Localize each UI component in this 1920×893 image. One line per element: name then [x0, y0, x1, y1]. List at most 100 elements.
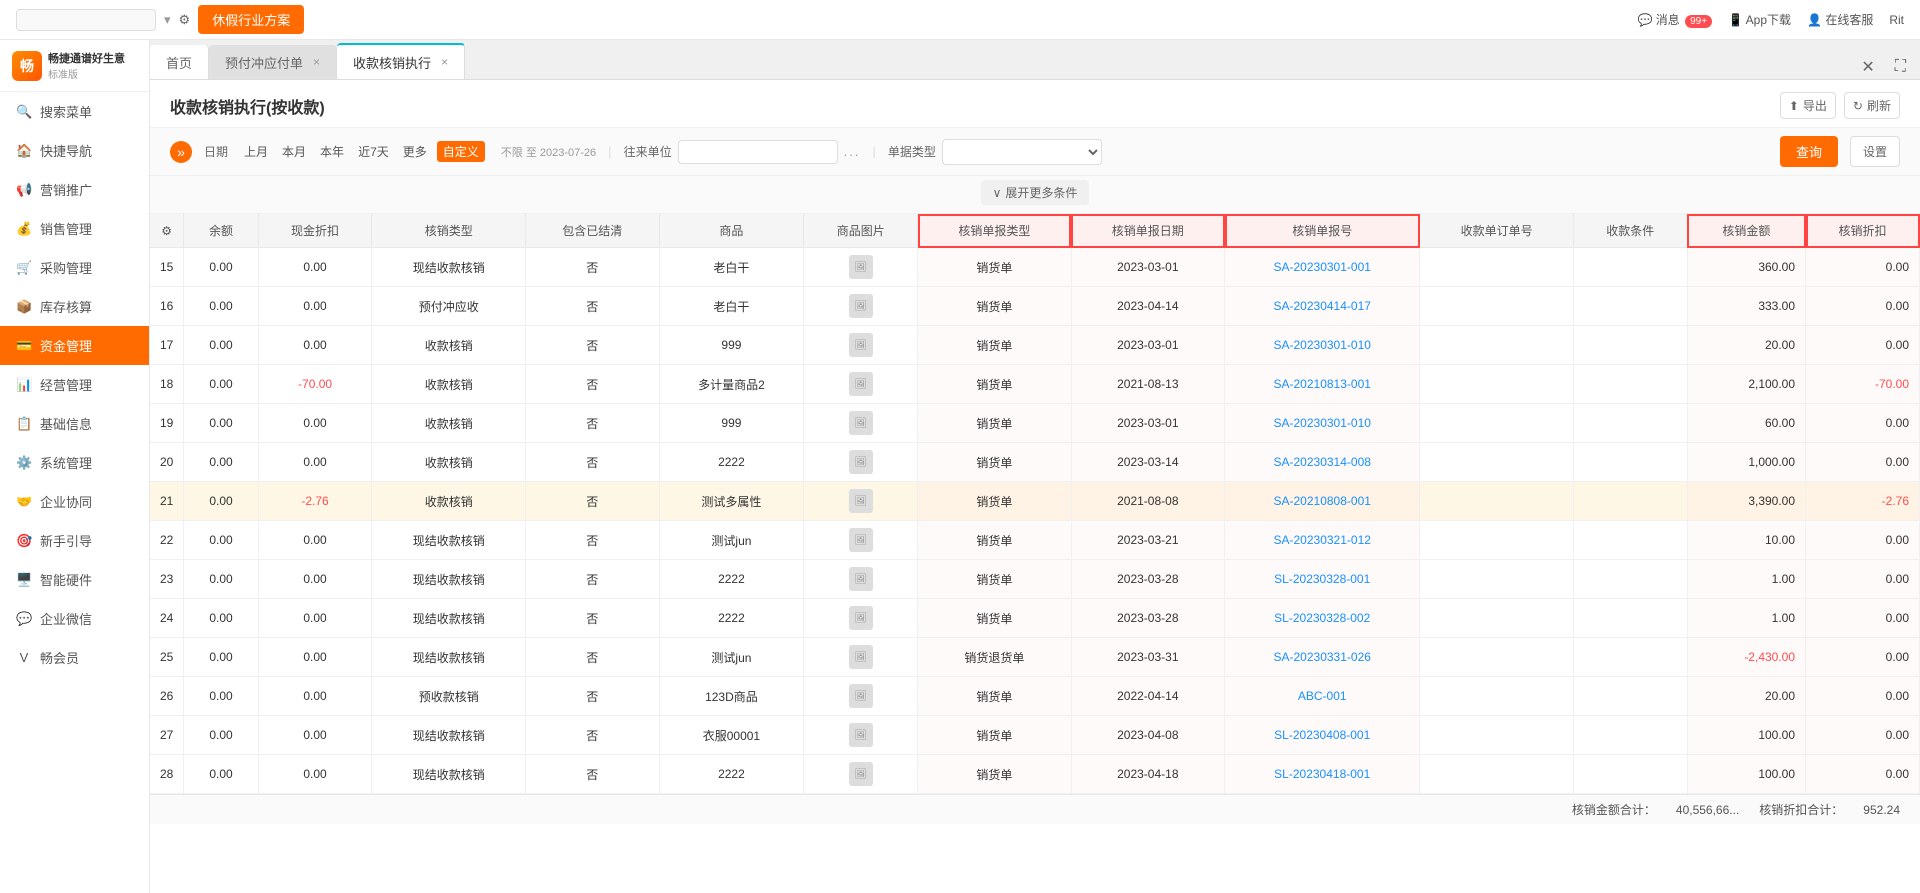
- col-header-gear[interactable]: ⚙: [150, 214, 184, 248]
- cell-bill-no[interactable]: SA-20230414-017: [1225, 287, 1420, 326]
- bill-no-link[interactable]: SA-20230331-026: [1274, 650, 1371, 664]
- message-icon[interactable]: 💬 消息 99+: [1637, 11, 1712, 28]
- cell-bill-no[interactable]: SL-20230328-002: [1225, 599, 1420, 638]
- cell-bill-no[interactable]: SA-20230321-012: [1225, 521, 1420, 560]
- cell-no: 15: [150, 248, 184, 287]
- app-download-link[interactable]: 📱 App下载: [1728, 11, 1791, 28]
- date-option-last-month[interactable]: 上月: [240, 141, 272, 162]
- cell-bill-no[interactable]: SA-20230314-008: [1225, 443, 1420, 482]
- cell-bill-no[interactable]: SA-20230331-026: [1225, 638, 1420, 677]
- page-title: 收款核销执行(按收款): [170, 94, 325, 118]
- cell-cancel-amount: 10.00: [1687, 521, 1805, 560]
- page-header: 收款核销执行(按收款) ⬆ 导出 ↻ 刷新: [150, 80, 1920, 128]
- cell-product: 衣服00001: [659, 716, 804, 755]
- bill-no-link[interactable]: SL-20230328-002: [1274, 611, 1370, 625]
- sidebar-item-marketing[interactable]: 📢营销推广: [0, 170, 149, 209]
- cell-cash-discount: 0.00: [258, 716, 372, 755]
- bill-no-link[interactable]: SA-20230301-010: [1274, 416, 1371, 430]
- cell-include-settled: 否: [525, 404, 659, 443]
- cell-bill-type: 销货单: [918, 599, 1071, 638]
- sidebar-item-sales[interactable]: 💰销售管理: [0, 209, 149, 248]
- sidebar-item-purchase[interactable]: 🛒采购管理: [0, 248, 149, 287]
- industry-btn[interactable]: 休假行业方案: [198, 5, 304, 34]
- maximize-btn[interactable]: ⛶: [1889, 56, 1912, 78]
- sidebar-item-system[interactable]: ⚙️系统管理: [0, 443, 149, 482]
- cell-cash-discount: 0.00: [258, 560, 372, 599]
- cell-no: 19: [150, 404, 184, 443]
- counterpart-dots[interactable]: ...: [844, 144, 861, 159]
- sidebar-item-guide[interactable]: 🎯新手引导: [0, 521, 149, 560]
- bill-no-link[interactable]: SL-20230408-001: [1274, 728, 1370, 742]
- tab-home[interactable]: 首页: [150, 45, 209, 79]
- sidebar-item-search[interactable]: 🔍搜索菜单: [0, 92, 149, 131]
- tab-prepay[interactable]: 预付冲应付单 ×: [209, 45, 337, 79]
- close-tab-btn[interactable]: ✕: [1855, 55, 1880, 79]
- tab-collection[interactable]: 收款核销执行 ×: [337, 43, 465, 79]
- bill-no-link[interactable]: SA-20210808-001: [1274, 494, 1371, 508]
- cell-bill-no[interactable]: SA-20230301-010: [1225, 326, 1420, 365]
- bill-no-link[interactable]: SA-20230314-008: [1274, 455, 1371, 469]
- sidebar-item-hardware[interactable]: 🖥️智能硬件: [0, 560, 149, 599]
- refresh-btn[interactable]: ↻ 刷新: [1844, 92, 1900, 119]
- col-header-bill-type: 核销单报类型: [918, 214, 1071, 248]
- tab-collection-close[interactable]: ×: [441, 55, 448, 69]
- online-service-link[interactable]: 👤 在线客服: [1807, 11, 1873, 28]
- expand-more-btn[interactable]: ∨ 展开更多条件: [981, 180, 1090, 205]
- cell-bill-no[interactable]: SL-20230418-001: [1225, 755, 1420, 794]
- cell-bill-no[interactable]: SA-20230301-001: [1225, 248, 1420, 287]
- date-option-more[interactable]: 更多: [399, 141, 431, 162]
- tab-prepay-close[interactable]: ×: [313, 55, 320, 69]
- sidebar-item-wechat[interactable]: 💬企业微信: [0, 599, 149, 638]
- cell-bill-no[interactable]: SA-20210808-001: [1225, 482, 1420, 521]
- counterpart-input[interactable]: [678, 140, 838, 164]
- bill-no-link[interactable]: SA-20210813-001: [1274, 377, 1371, 391]
- sidebar-item-finance[interactable]: 💳资金管理: [0, 326, 149, 365]
- bill-no-link[interactable]: ABC-001: [1298, 689, 1347, 703]
- sidebar-item-member[interactable]: V畅会员: [0, 638, 149, 677]
- cell-cancel-discount: 0.00: [1806, 287, 1920, 326]
- date-option-this-year[interactable]: 本年: [316, 141, 348, 162]
- bill-no-link[interactable]: SA-20230414-017: [1274, 299, 1371, 313]
- cell-bill-no[interactable]: SL-20230328-001: [1225, 560, 1420, 599]
- gear-icon[interactable]: ⚙: [179, 12, 191, 28]
- business-icon: 📊: [16, 377, 32, 393]
- total-cancel-discount-value: 952.24: [1863, 803, 1900, 817]
- filter-expand-btn[interactable]: »: [170, 141, 192, 163]
- cell-balance: 0.00: [184, 326, 258, 365]
- sidebar-item-inventory[interactable]: 📦库存核算: [0, 287, 149, 326]
- cell-product-image: 🖼: [804, 365, 918, 404]
- brand-input[interactable]: [16, 9, 156, 31]
- date-custom-option[interactable]: 自定义: [437, 141, 485, 162]
- cell-bill-no[interactable]: SL-20230408-001: [1225, 716, 1420, 755]
- cell-bill-no[interactable]: SA-20210813-001: [1225, 365, 1420, 404]
- dropdown-arrow[interactable]: ▾: [164, 12, 171, 28]
- table-container[interactable]: ⚙ 余额 现金折扣 核销类型 包含已结清 商品 商品图片 核销单报类型 核销单报…: [150, 214, 1920, 794]
- bill-no-link[interactable]: SL-20230418-001: [1274, 767, 1370, 781]
- bill-no-link[interactable]: SL-20230328-001: [1274, 572, 1370, 586]
- sidebar-item-basic[interactable]: 📋基础信息: [0, 404, 149, 443]
- cell-bill-no[interactable]: SA-20230301-010: [1225, 404, 1420, 443]
- cell-product-image: 🖼: [804, 755, 918, 794]
- date-option-last7days[interactable]: 近7天: [354, 141, 393, 162]
- sidebar: 畅 畅捷通谱好生意 标准版 🔍搜索菜单🏠快捷导航📢营销推广💰销售管理🛒采购管理📦…: [0, 40, 150, 893]
- cell-balance: 0.00: [184, 287, 258, 326]
- cell-cash-discount: 0.00: [258, 677, 372, 716]
- logo-icon: 畅: [12, 51, 42, 81]
- sidebar-item-business[interactable]: 📊经营管理: [0, 365, 149, 404]
- order-type-select[interactable]: [942, 139, 1102, 165]
- sidebar-item-quick-nav[interactable]: 🏠快捷导航: [0, 131, 149, 170]
- cell-bill-no[interactable]: ABC-001: [1225, 677, 1420, 716]
- query-btn[interactable]: 查询: [1780, 136, 1838, 167]
- cell-receipt-order-no: [1420, 248, 1573, 287]
- sidebar-item-enterprise[interactable]: 🤝企业协同: [0, 482, 149, 521]
- bill-no-link[interactable]: SA-20230301-010: [1274, 338, 1371, 352]
- export-btn[interactable]: ⬆ 导出: [1780, 92, 1836, 119]
- bill-no-link[interactable]: SA-20230301-001: [1274, 260, 1371, 274]
- col-header-bill-date: 核销单报日期: [1071, 214, 1224, 248]
- bill-no-link[interactable]: SA-20230321-012: [1274, 533, 1371, 547]
- user-display: Rit: [1889, 13, 1904, 27]
- cell-include-settled: 否: [525, 365, 659, 404]
- date-option-this-month[interactable]: 本月: [278, 141, 310, 162]
- setting-btn[interactable]: 设置: [1850, 136, 1900, 167]
- cell-product-image: 🖼: [804, 521, 918, 560]
